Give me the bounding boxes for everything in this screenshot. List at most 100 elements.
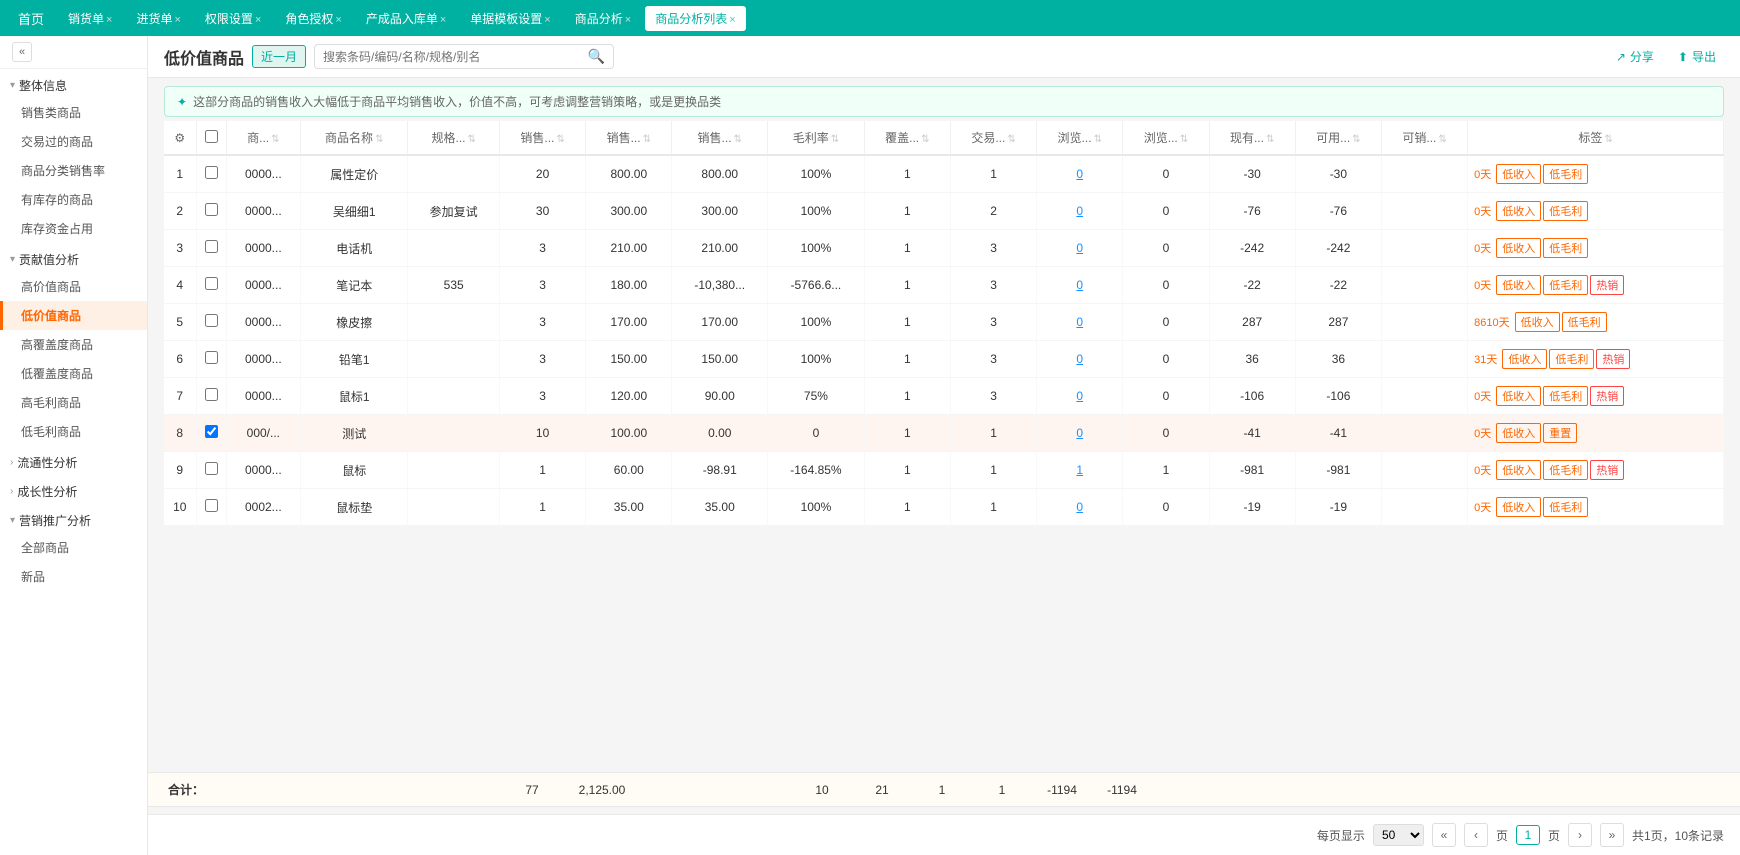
sidebar-item-low-margin[interactable]: 低毛利商品 [0, 417, 147, 446]
sidebar-item-high-value[interactable]: 高价值商品 [0, 272, 147, 301]
col-browse2[interactable]: 浏览...⇅ [1123, 121, 1209, 155]
row-browse1[interactable]: 0 [1037, 304, 1123, 341]
nav-roles[interactable]: 角色授权× [275, 6, 351, 31]
row-browse1[interactable]: 0 [1037, 230, 1123, 267]
browse-link[interactable]: 0 [1076, 315, 1083, 329]
select-all-checkbox[interactable] [205, 130, 218, 143]
row-checkbox[interactable] [205, 425, 218, 438]
sidebar-item-stock-capital[interactable]: 库存资金占用 [0, 214, 147, 243]
next-page-btn[interactable]: › [1568, 823, 1592, 847]
row-checkbox-cell[interactable] [196, 378, 226, 415]
col-code[interactable]: 商...⇅ [226, 121, 301, 155]
nav-purchase[interactable]: 进货单× [126, 6, 190, 31]
row-checkbox[interactable] [205, 462, 218, 475]
sidebar-item-new-goods[interactable]: 新品 [0, 562, 147, 591]
search-input[interactable] [323, 50, 584, 64]
browse-link[interactable]: 0 [1076, 241, 1083, 255]
nav-goods-list[interactable]: 商品分析列表× [645, 6, 745, 31]
row-browse1[interactable]: 0 [1037, 378, 1123, 415]
sidebar-collapse-btn[interactable]: « [12, 42, 32, 62]
row-browse1[interactable]: 0 [1037, 193, 1123, 230]
sidebar-item-all-goods[interactable]: 全部商品 [0, 533, 147, 562]
row-checkbox-cell[interactable] [196, 489, 226, 526]
row-browse1[interactable]: 0 [1037, 155, 1123, 193]
sidebar-item-sales-goods[interactable]: 销售类商品 [0, 98, 147, 127]
sidebar-item-stock-goods[interactable]: 有库存的商品 [0, 185, 147, 214]
nav-sales[interactable]: 销货单× [58, 6, 122, 31]
row-checkbox-cell[interactable] [196, 155, 226, 193]
col-browse1[interactable]: 浏览...⇅ [1037, 121, 1123, 155]
nav-goods-analysis-close[interactable]: × [625, 14, 631, 26]
nav-purchase-close[interactable]: × [174, 14, 180, 26]
sidebar-group-marketing[interactable]: ▾ 营销推广分析 [0, 504, 147, 533]
row-checkbox-cell[interactable] [196, 452, 226, 489]
sidebar-item-traded-goods[interactable]: 交易过的商品 [0, 127, 147, 156]
browse-link[interactable]: 0 [1076, 500, 1083, 514]
sidebar-item-low-coverage[interactable]: 低覆盖度商品 [0, 359, 147, 388]
col-avail[interactable]: 可用...⇅ [1295, 121, 1381, 155]
sidebar-item-high-margin[interactable]: 高毛利商品 [0, 388, 147, 417]
browse-link[interactable]: 1 [1076, 463, 1083, 477]
row-checkbox[interactable] [205, 388, 218, 401]
row-checkbox-cell[interactable] [196, 230, 226, 267]
col-trade[interactable]: 交易...⇅ [950, 121, 1036, 155]
nav-template-close[interactable]: × [544, 14, 550, 26]
col-sales-qty[interactable]: 销售...⇅ [500, 121, 586, 155]
row-checkbox-cell[interactable] [196, 304, 226, 341]
settings-col-header[interactable]: ⚙ [164, 121, 196, 155]
browse-link[interactable]: 0 [1076, 278, 1083, 292]
sidebar-group-growth[interactable]: › 成长性分析 [0, 475, 147, 504]
share-button[interactable]: ↗ 分享 [1608, 45, 1662, 68]
nav-permissions-close[interactable]: × [255, 14, 261, 26]
first-page-btn[interactable]: « [1432, 823, 1456, 847]
nav-permissions[interactable]: 权限设置× [195, 6, 271, 31]
browse-link[interactable]: 0 [1076, 352, 1083, 366]
col-spec[interactable]: 规格...⇅ [408, 121, 500, 155]
browse-link[interactable]: 0 [1076, 389, 1083, 403]
col-margin[interactable]: 毛利率⇅ [768, 121, 865, 155]
row-browse1[interactable]: 0 [1037, 415, 1123, 452]
row-checkbox[interactable] [205, 166, 218, 179]
row-checkbox[interactable] [205, 240, 218, 253]
nav-product-in[interactable]: 产成品入库单× [356, 6, 456, 31]
nav-template[interactable]: 单据模板设置× [460, 6, 560, 31]
row-browse1[interactable]: 1 [1037, 452, 1123, 489]
nav-roles-close[interactable]: × [335, 14, 341, 26]
sidebar-group-contribution[interactable]: ▾ 贡献值分析 [0, 243, 147, 272]
search-icon[interactable]: 🔍 [588, 48, 605, 65]
row-browse1[interactable]: 0 [1037, 267, 1123, 304]
col-stock[interactable]: 现有...⇅ [1209, 121, 1295, 155]
prev-page-btn[interactable]: ‹ [1464, 823, 1488, 847]
row-checkbox-cell[interactable] [196, 341, 226, 378]
checkbox-col-header[interactable] [196, 121, 226, 155]
row-checkbox[interactable] [205, 351, 218, 364]
col-sellable[interactable]: 可销...⇅ [1381, 121, 1467, 155]
time-badge[interactable]: 近一月 [252, 45, 306, 68]
row-checkbox-cell[interactable] [196, 193, 226, 230]
col-name[interactable]: 商品名称⇅ [301, 121, 408, 155]
row-browse1[interactable]: 0 [1037, 341, 1123, 378]
row-browse1[interactable]: 0 [1037, 489, 1123, 526]
nav-goods-analysis[interactable]: 商品分析× [565, 6, 641, 31]
row-checkbox[interactable] [205, 277, 218, 290]
row-checkbox[interactable] [205, 499, 218, 512]
sidebar-item-high-coverage[interactable]: 高覆盖度商品 [0, 330, 147, 359]
nav-goods-list-close[interactable]: × [729, 14, 735, 26]
browse-link[interactable]: 0 [1076, 167, 1083, 181]
nav-product-in-close[interactable]: × [440, 14, 446, 26]
col-coverage[interactable]: 覆盖...⇅ [864, 121, 950, 155]
browse-link[interactable]: 0 [1076, 204, 1083, 218]
sidebar-item-low-value[interactable]: 低价值商品 [0, 301, 147, 330]
sidebar-group-overall[interactable]: ▾ 整体信息 [0, 69, 147, 98]
row-checkbox[interactable] [205, 203, 218, 216]
export-button[interactable]: ⬆ 导出 [1670, 45, 1724, 68]
sidebar-item-category-rate[interactable]: 商品分类销售率 [0, 156, 147, 185]
per-page-select[interactable]: 50 20 100 [1373, 824, 1424, 846]
last-page-btn[interactable]: » [1600, 823, 1624, 847]
browse-link[interactable]: 0 [1076, 426, 1083, 440]
current-page[interactable]: 1 [1516, 825, 1540, 845]
row-checkbox-cell[interactable] [196, 267, 226, 304]
col-sales-amt[interactable]: 销售...⇅ [586, 121, 672, 155]
row-checkbox[interactable] [205, 314, 218, 327]
nav-home[interactable]: 首页 [8, 5, 54, 32]
